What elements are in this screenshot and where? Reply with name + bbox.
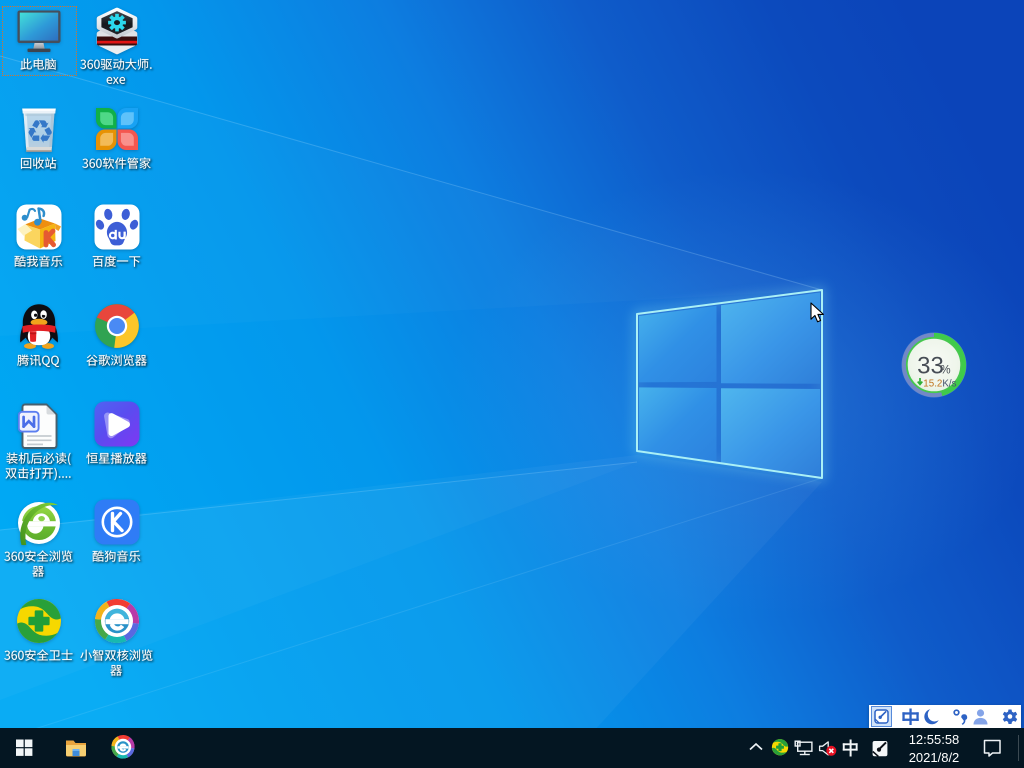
svg-text:15.2K/s: 15.2K/s xyxy=(923,378,956,389)
svg-text:%: % xyxy=(940,365,950,377)
